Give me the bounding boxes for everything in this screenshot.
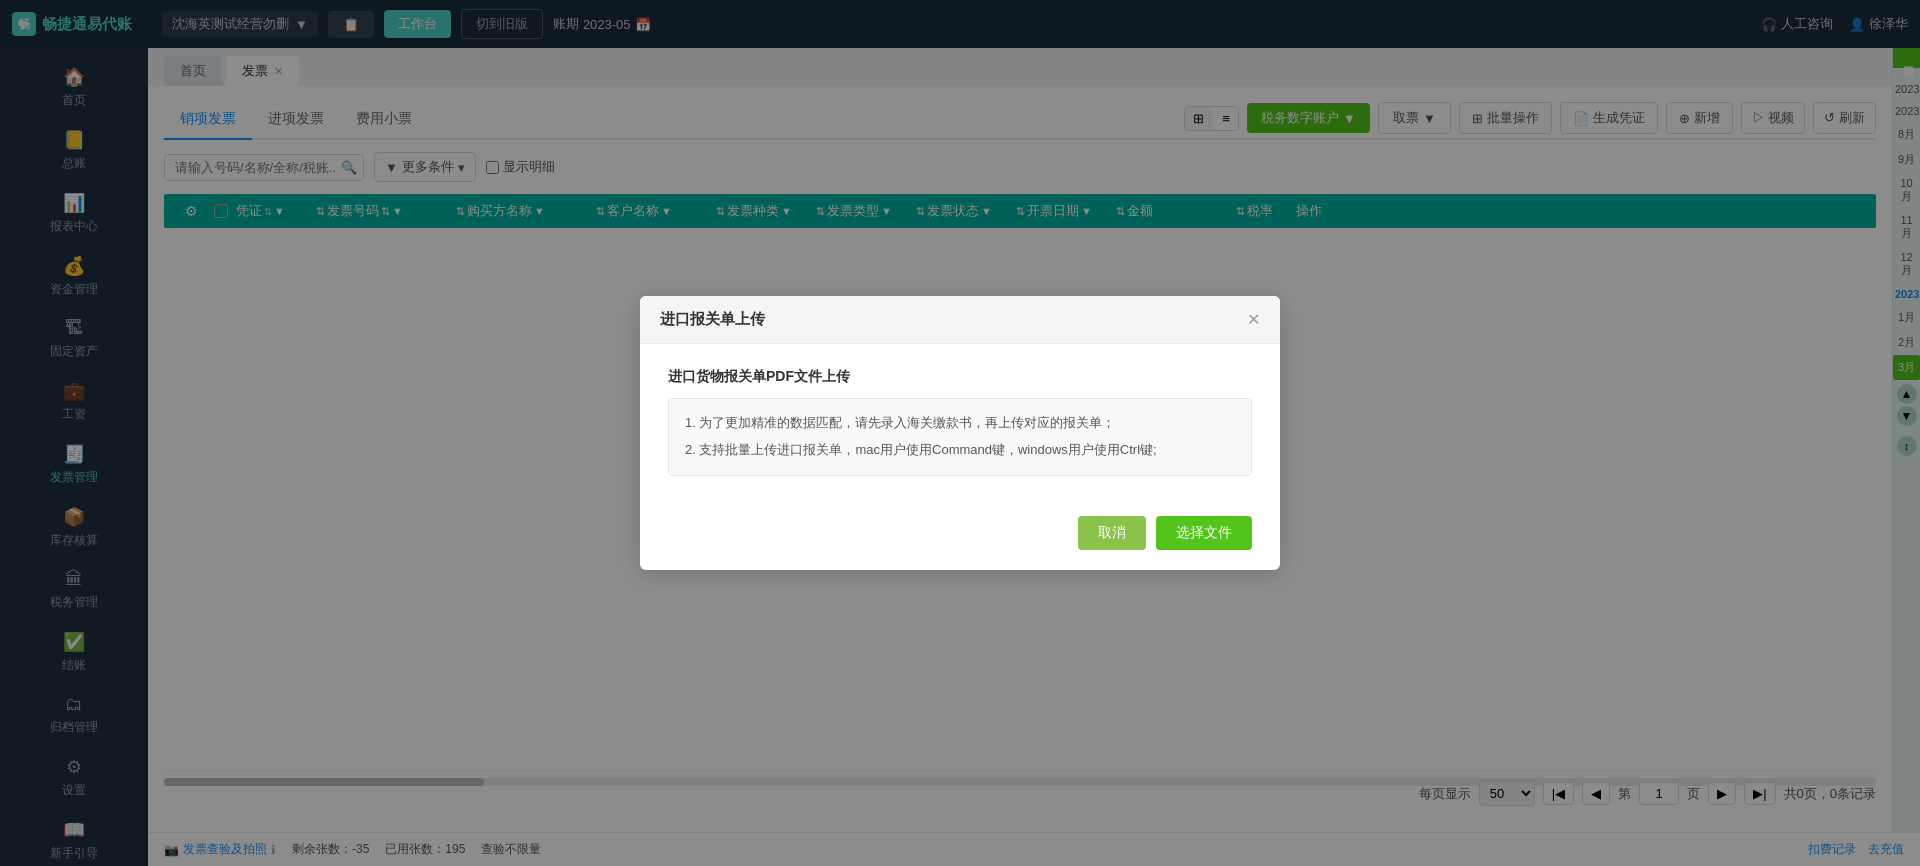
modal-body: 进口货物报关单PDF文件上传 1. 为了更加精准的数据匹配，请先录入海关缴款书，… xyxy=(640,344,1280,500)
modal-footer: 取消 选择文件 xyxy=(640,500,1280,570)
modal-info-box: 1. 为了更加精准的数据匹配，请先录入海关缴款书，再上传对应的报关单； 2. 支… xyxy=(668,398,1252,476)
modal-close-button[interactable]: ✕ xyxy=(1247,310,1260,329)
modal-header: 进口报关单上传 ✕ xyxy=(640,296,1280,344)
modal-select-file-button[interactable]: 选择文件 xyxy=(1156,516,1252,550)
modal-section-title: 进口货物报关单PDF文件上传 xyxy=(668,368,1252,386)
modal-overlay[interactable]: 进口报关单上传 ✕ 进口货物报关单PDF文件上传 1. 为了更加精准的数据匹配，… xyxy=(0,0,1920,866)
import-modal: 进口报关单上传 ✕ 进口货物报关单PDF文件上传 1. 为了更加精准的数据匹配，… xyxy=(640,296,1280,570)
modal-cancel-button[interactable]: 取消 xyxy=(1078,516,1146,550)
modal-info-2: 2. 支持批量上传进口报关单，mac用户使用Command键，windows用户… xyxy=(685,440,1235,461)
modal-info-1: 1. 为了更加精准的数据匹配，请先录入海关缴款书，再上传对应的报关单； xyxy=(685,413,1235,434)
modal-title: 进口报关单上传 xyxy=(660,310,765,329)
